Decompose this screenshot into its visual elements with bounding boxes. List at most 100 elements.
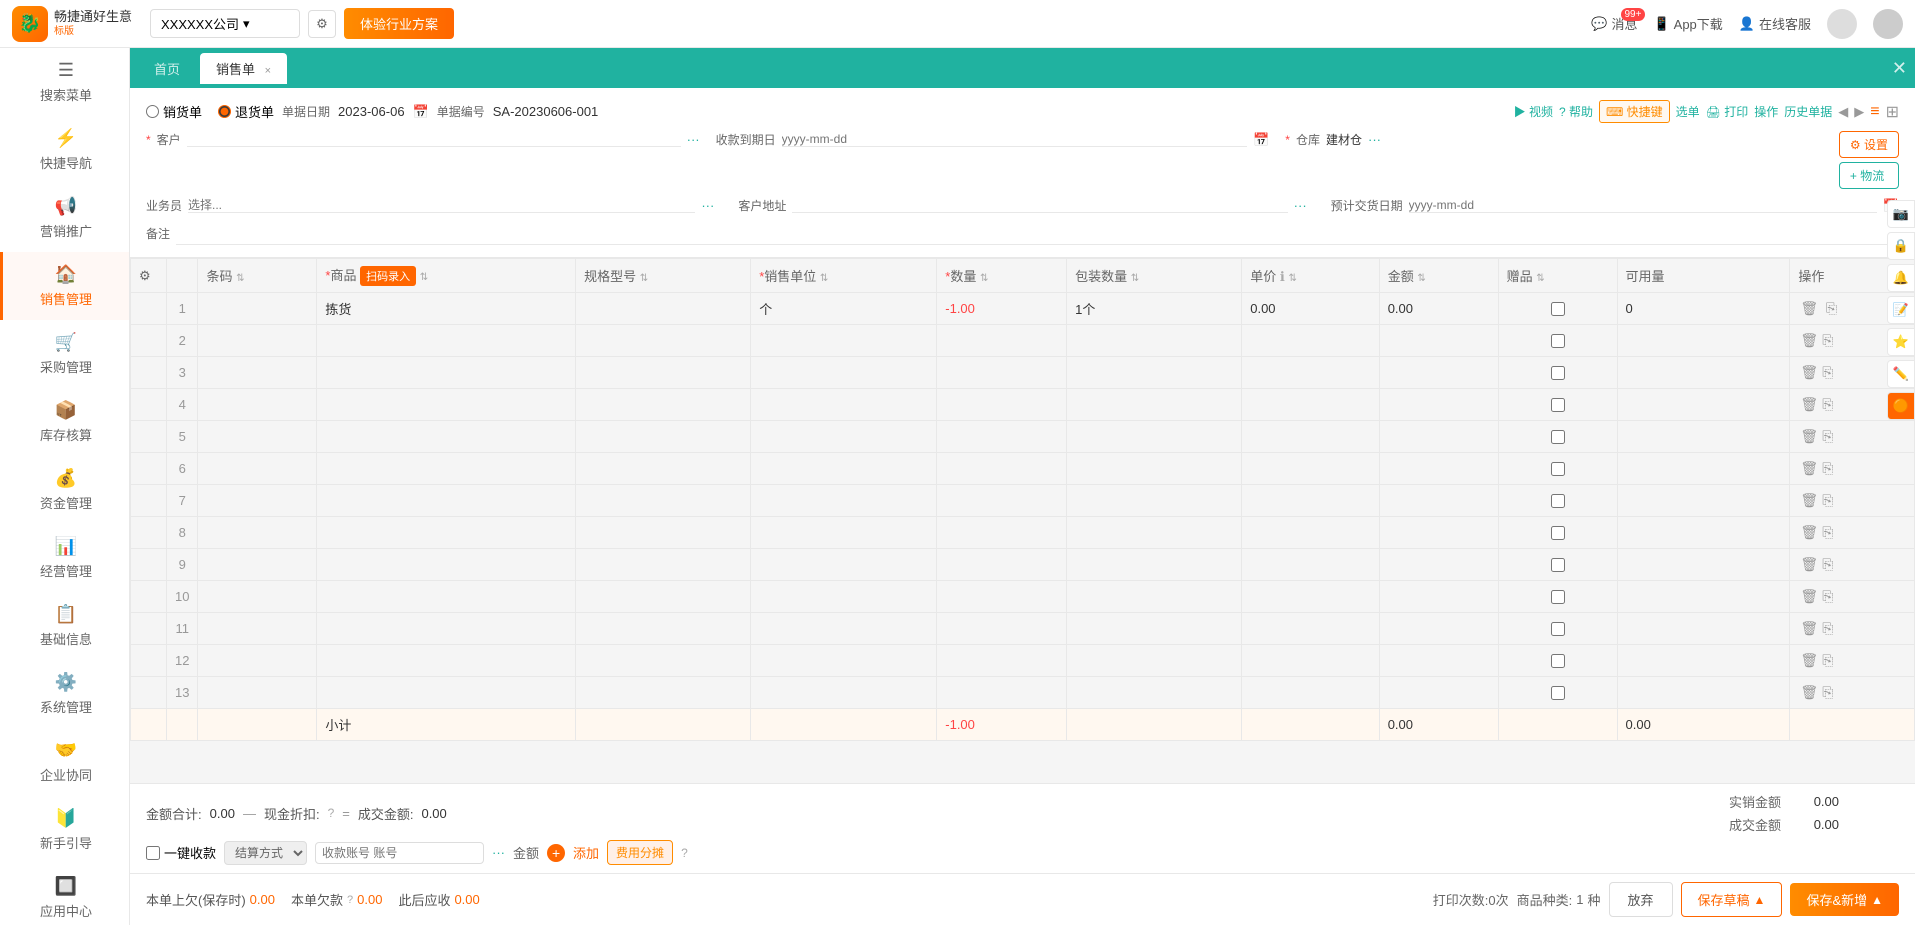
action-select[interactable]: 选单 [1676,103,1700,120]
customer-dots[interactable]: ··· [687,132,700,147]
delete-icon[interactable]: 🗑 [1800,300,1818,316]
copy-icon[interactable]: ⎘ [1822,620,1833,636]
gift-checkbox[interactable] [1551,302,1565,316]
fee-info-icon[interactable]: ? [681,846,688,860]
sidebar-item-search[interactable]: ☰ 搜索菜单 [0,48,129,116]
action-video[interactable]: ▶ 视频 [1514,103,1553,120]
set-button[interactable]: ⚙ 设置 [1839,131,1899,158]
copy-icon[interactable]: ⎘ [1822,332,1833,348]
right-camera-button[interactable]: 📷 [1887,200,1915,228]
gift-checkbox[interactable] [1551,366,1565,380]
save-draft-button[interactable]: 保存草稿 ▲ [1681,882,1783,917]
action-help[interactable]: ? 帮助 [1559,103,1593,120]
tab-close-icon[interactable]: × [265,65,271,77]
right-lock-button[interactable]: 🔒 [1887,232,1915,260]
table-scroll-area[interactable]: ⚙ 条码 ⇅ *商品 扫码录入 ⇅ [130,258,1915,783]
right-orange-button[interactable]: 🟠 [1887,392,1915,420]
col-settings[interactable]: ⚙ [131,259,167,293]
action-operations[interactable]: 操作 [1754,103,1778,120]
settings-button[interactable]: ⚙ [308,10,336,38]
company-selector[interactable]: XXXXXX公司 ▾ [150,9,300,38]
copy-icon[interactable]: ⎘ [1822,492,1833,508]
arrow-left-icon[interactable]: ◀ [1838,104,1848,120]
due-date-calendar-icon[interactable]: 📅 [1253,132,1269,148]
app-download-button[interactable]: 📱 App下载 [1653,14,1722,33]
note-input[interactable] [176,222,1899,245]
copy-icon[interactable]: ⎘ [1822,556,1833,572]
info-circle-icon[interactable]: ? [328,806,335,820]
gift-checkbox[interactable] [1551,398,1565,412]
info-icon2[interactable]: ? [347,894,353,906]
delete-icon[interactable]: 🗑 [1800,492,1818,508]
delete-icon[interactable]: 🗑 [1800,460,1818,476]
sort-unit-icon[interactable]: ⇅ [820,273,828,284]
sidebar-item-enterprise[interactable]: 🤝 企业协同 [0,728,129,796]
copy-icon[interactable]: ⎘ [1822,652,1833,668]
sidebar-item-inventory[interactable]: 📦 库存核算 [0,388,129,456]
delete-icon[interactable]: 🗑 [1800,364,1818,380]
info-icon[interactable]: ℹ [1280,269,1285,284]
gift-checkbox[interactable] [1551,622,1565,636]
gift-checkbox[interactable] [1551,558,1565,572]
delete-icon[interactable]: 🗑 [1800,556,1818,572]
add-button[interactable]: + [547,844,565,862]
delete-icon[interactable]: 🗑 [1800,428,1818,444]
salesperson-input[interactable] [188,198,695,213]
chevron-up-icon[interactable]: ▲ [1754,893,1766,907]
delete-icon[interactable]: 🗑 [1800,396,1818,412]
sidebar-item-quick-nav[interactable]: ⚡ 快捷导航 [0,116,129,184]
sort-pack-qty-icon[interactable]: ⇅ [1131,273,1139,284]
salesperson-dots[interactable]: ··· [701,198,714,213]
sidebar-item-sales[interactable]: 🏠 销售管理 [0,252,129,320]
avatar2[interactable] [1873,9,1903,39]
sidebar-item-basics[interactable]: 📋 基础信息 [0,592,129,660]
delete-icon[interactable]: 🗑 [1800,620,1818,636]
discard-button[interactable]: 放弃 [1609,882,1673,917]
trial-button[interactable]: 体验行业方案 [344,8,454,39]
gift-checkbox[interactable] [1551,686,1565,700]
sort-quantity-icon[interactable]: ⇅ [980,273,988,284]
avatar[interactable] [1827,9,1857,39]
sidebar-item-guide[interactable]: 🔰 新手引导 [0,796,129,864]
right-bell-button[interactable]: 🔔 [1887,264,1915,292]
right-star-button[interactable]: ⭐ [1887,328,1915,356]
sidebar-item-app-center[interactable]: 🔲 应用中心 [0,864,129,925]
sort-gift-icon[interactable]: ⇅ [1536,273,1544,284]
sort-spec-icon[interactable]: ⇅ [640,273,648,284]
logistics-button[interactable]: + 物流 [1839,162,1899,189]
copy-icon[interactable]: ⎘ [1822,684,1833,700]
gift-checkbox[interactable] [1551,462,1565,476]
barcode-cell[interactable] [198,293,317,325]
delete-icon[interactable]: 🗑 [1800,652,1818,668]
gift-checkbox[interactable] [1551,654,1565,668]
grid-view-icon[interactable]: ⊞ [1886,102,1899,122]
copy-icon[interactable]: ⎘ [1826,300,1837,316]
sort-barcode-icon[interactable]: ⇅ [236,273,244,284]
action-shortcut[interactable]: ⌨ 快捷键 [1599,100,1670,123]
delete-icon[interactable]: 🗑 [1800,684,1818,700]
online-service-button[interactable]: 👤 在线客服 [1739,14,1811,33]
tab-home[interactable]: 首页 [138,53,196,84]
expected-date-input[interactable] [1409,198,1877,213]
action-history[interactable]: 历史单据 [1784,103,1832,120]
sidebar-item-finance[interactable]: 💰 资金管理 [0,456,129,524]
one-pay-checkbox[interactable]: 一键收款 [146,843,216,862]
copy-icon[interactable]: ⎘ [1822,428,1833,444]
warehouse-dots[interactable]: ··· [1368,132,1381,147]
gift-checkbox[interactable] [1551,526,1565,540]
chevron-up-icon2[interactable]: ▲ [1871,893,1883,907]
sidebar-item-marketing[interactable]: 📢 营销推广 [0,184,129,252]
footer-dots[interactable]: ··· [492,845,505,860]
delete-icon[interactable]: 🗑 [1800,332,1818,348]
list-view-icon[interactable]: ≡ [1870,103,1879,121]
spec-cell[interactable] [576,293,751,325]
gift-checkbox[interactable] [1551,494,1565,508]
arrow-right-icon[interactable]: ▶ [1854,104,1864,120]
radio-sales-order[interactable]: 销货单 [146,102,202,121]
due-date-input[interactable] [782,132,1247,147]
gift-checkbox[interactable] [1551,430,1565,444]
scan-button[interactable]: 扫码录入 [360,266,416,286]
tab-sales-order[interactable]: 销售单 × [200,53,287,84]
gift-checkbox[interactable] [1551,334,1565,348]
payment-method-select[interactable]: 结算方式 [224,841,307,865]
